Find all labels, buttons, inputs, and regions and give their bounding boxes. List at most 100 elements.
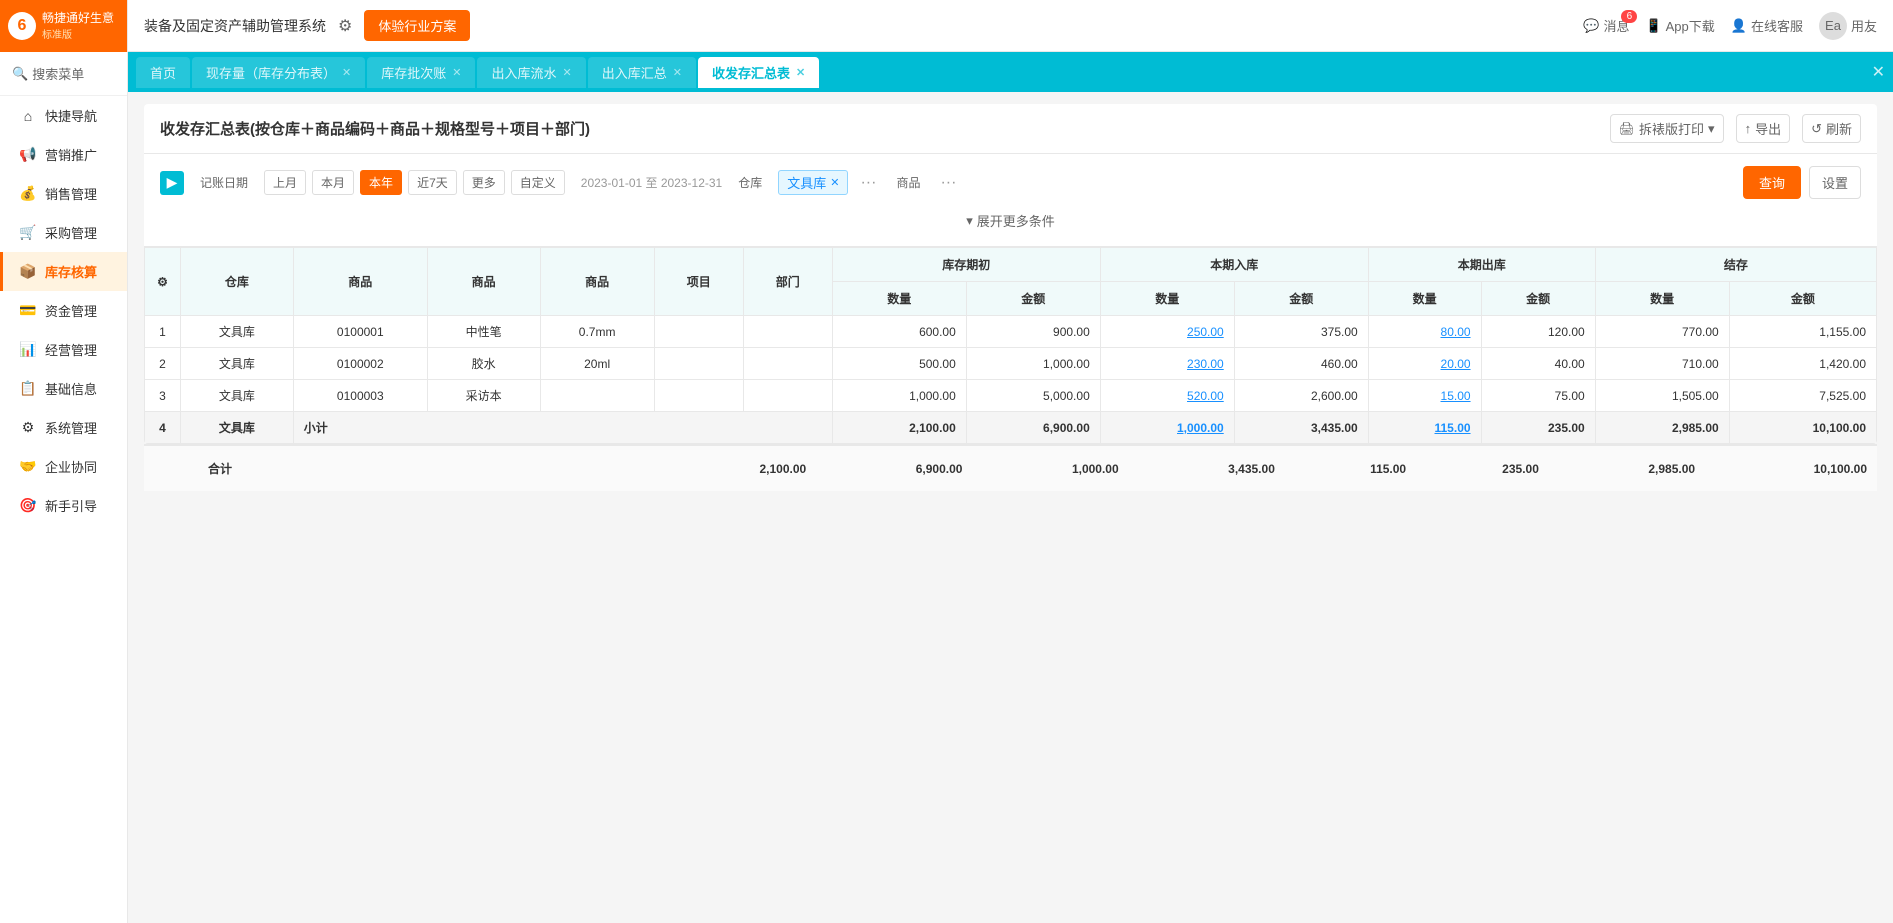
export-label: 导出 [1755,119,1781,138]
tab-home[interactable]: 首页 [136,57,190,88]
message-badge: 6 [1621,10,1637,23]
service-label: 在线客服 [1751,16,1803,35]
row-opening-amt: 900.00 [966,316,1100,348]
app-download-button[interactable]: 📱 App下载 [1645,16,1714,35]
sidebar-item-label: 基础信息 [45,379,97,398]
th-settings: ⚙ [145,248,181,316]
settings-small-button[interactable]: 设置 [1809,166,1861,199]
date-btn-this-month[interactable]: 本月 [312,170,354,195]
date-range: 2023-01-01 至 2023-12-31 [581,174,722,191]
date-btn-more[interactable]: 更多 [463,170,505,195]
sidebar-item-inventory[interactable]: 📦 库存核算 [0,252,127,291]
tab-batch-ledger[interactable]: 库存批次账 ✕ [367,57,475,88]
sidebar-item-label: 系统管理 [45,418,97,437]
filter-area: ▶ 记账日期 上月 本月 本年 近7天 更多 自定义 2023-01-01 至 … [144,154,1877,247]
subtotal-out-qty[interactable]: 115.00 [1368,412,1481,444]
sidebar-item-quick-nav[interactable]: ⌂ 快捷导航 [0,96,127,135]
row-closing-qty: 1,505.00 [1595,380,1729,412]
search-button[interactable]: 🔍 搜索菜单 [8,60,119,87]
row-in-qty[interactable]: 250.00 [1100,316,1234,348]
page-actions: 🖨 拆裱版打印 ▾ ↑ 导出 ↺ 刷新 [1610,114,1862,143]
date-btn-7days[interactable]: 近7天 [408,170,457,195]
warehouse-label: 仓库 [738,174,762,191]
print-button[interactable]: 🖨 拆裱版打印 ▾ [1610,114,1724,143]
main-area: 装备及固定资产辅助管理系统 ⚙ 体验行业方案 💬 消息 6 📱 App下载 👤 … [128,0,1893,923]
sidebar-item-system[interactable]: ⚙ 系统管理 [0,408,127,447]
row-opening-qty: 1,000.00 [832,380,966,412]
sidebar-item-guide[interactable]: 🎯 新手引导 [0,486,127,525]
online-service-button[interactable]: 👤 在线客服 [1731,16,1803,35]
tab-in-out-flow-close[interactable]: ✕ [563,66,572,79]
subtotal-closing-amt: 10,100.00 [1729,412,1876,444]
th-opening-amt: 金额 [966,282,1100,316]
expand-arrow-button[interactable]: ▶ [160,171,184,195]
row-product-code: 0100003 [293,380,427,412]
warehouse-tag-close[interactable]: ✕ [830,176,839,189]
total-out-qty: 115.00 [1285,454,1416,483]
subtotal-warehouse: 文具库 [181,412,294,444]
date-btn-this-year[interactable]: 本年 [360,170,402,195]
total-empty4 [420,454,500,483]
sidebar-item-basic[interactable]: 📋 基础信息 [0,369,127,408]
basic-icon: 📋 [19,380,37,397]
quick-nav-icon: ⌂ [19,108,37,124]
date-btn-custom[interactable]: 自定义 [511,170,565,195]
print-label: 拆裱版打印 [1639,119,1704,138]
tab-batch-ledger-label: 库存批次账 [381,63,446,82]
sidebar-item-cooperation[interactable]: 🤝 企业协同 [0,447,127,486]
export-button[interactable]: ↑ 导出 [1736,114,1791,143]
sidebar-item-marketing[interactable]: 📢 营销推广 [0,135,127,174]
row-out-qty[interactable]: 80.00 [1368,316,1481,348]
tab-inventory-dist[interactable]: 现存量（库存分布表） ✕ [192,57,365,88]
tab-in-out-summary[interactable]: 出入库汇总 ✕ [588,57,696,88]
sidebar-item-sales[interactable]: 💰 销售管理 [0,174,127,213]
cooperation-icon: 🤝 [19,458,37,475]
tab-bar-close-all[interactable]: ✕ [1872,62,1885,82]
tab-in-out-summary-close[interactable]: ✕ [673,66,682,79]
row-in-qty[interactable]: 230.00 [1100,348,1234,380]
sidebar: 6 畅捷通好生意 标准版 🔍 搜索菜单 ⌂ 快捷导航 📢 营销推广 💰 销售管理… [0,0,128,923]
sidebar-item-purchase[interactable]: 🛒 采购管理 [0,213,127,252]
table-row: 3 文具库 0100003 采访本 1,000.00 5,000.00 520.… [145,380,1877,412]
total-table: 合计 2,100.00 6,900.00 1,000.00 3,435.00 1… [144,454,1877,483]
sidebar-item-label: 采购管理 [45,223,97,242]
message-button[interactable]: 💬 消息 6 [1583,16,1629,35]
user-avatar: Ea [1819,12,1847,40]
row-warehouse: 文具库 [181,316,294,348]
total-empty1 [144,454,180,483]
subtotal-in-qty[interactable]: 1,000.00 [1100,412,1234,444]
row-closing-qty: 710.00 [1595,348,1729,380]
refresh-button[interactable]: ↺ 刷新 [1802,114,1861,143]
tab-batch-ledger-close[interactable]: ✕ [452,66,461,79]
total-in-qty: 1,000.00 [972,454,1128,483]
total-opening-qty: 2,100.00 [660,454,816,483]
row-project [654,380,743,412]
date-btn-last-month[interactable]: 上月 [264,170,306,195]
th-group-opening: 库存期初 [832,248,1100,282]
query-button[interactable]: 查询 [1743,166,1801,199]
sidebar-item-finance[interactable]: 💳 资金管理 [0,291,127,330]
sidebar-item-label: 销售管理 [45,184,97,203]
sidebar-item-operation[interactable]: 📊 经营管理 [0,330,127,369]
subtotal-no: 4 [145,412,181,444]
th-project: 项目 [654,248,743,316]
tab-inventory-dist-close[interactable]: ✕ [342,66,351,79]
settings-icon[interactable]: ⚙ [338,16,352,36]
row-out-qty[interactable]: 20.00 [1368,348,1481,380]
row-in-qty[interactable]: 520.00 [1100,380,1234,412]
tab-recv-send-summary[interactable]: 收发存汇总表 ✕ [698,57,819,88]
tab-bar: 首页 现存量（库存分布表） ✕ 库存批次账 ✕ 出入库流水 ✕ 出入库汇总 ✕ … [128,52,1893,92]
warehouse-filter-dots[interactable]: ··· [856,174,880,192]
tab-in-out-flow[interactable]: 出入库流水 ✕ [477,57,585,88]
user-menu-button[interactable]: Ea 用友 [1819,12,1877,40]
row-closing-amt: 7,525.00 [1729,380,1876,412]
logo-badge: 标准版 [42,26,114,41]
product-filter-dots[interactable]: ··· [936,174,960,192]
refresh-icon: ↺ [1811,121,1822,137]
row-out-qty[interactable]: 15.00 [1368,380,1481,412]
expand-more-conditions[interactable]: ▾ 展开更多条件 [160,207,1861,234]
table-row: 1 文具库 0100001 中性笔 0.7mm 600.00 900.00 25… [145,316,1877,348]
experience-button[interactable]: 体验行业方案 [364,10,470,41]
sidebar-item-label: 企业协同 [45,457,97,476]
tab-recv-send-summary-close[interactable]: ✕ [796,66,805,79]
